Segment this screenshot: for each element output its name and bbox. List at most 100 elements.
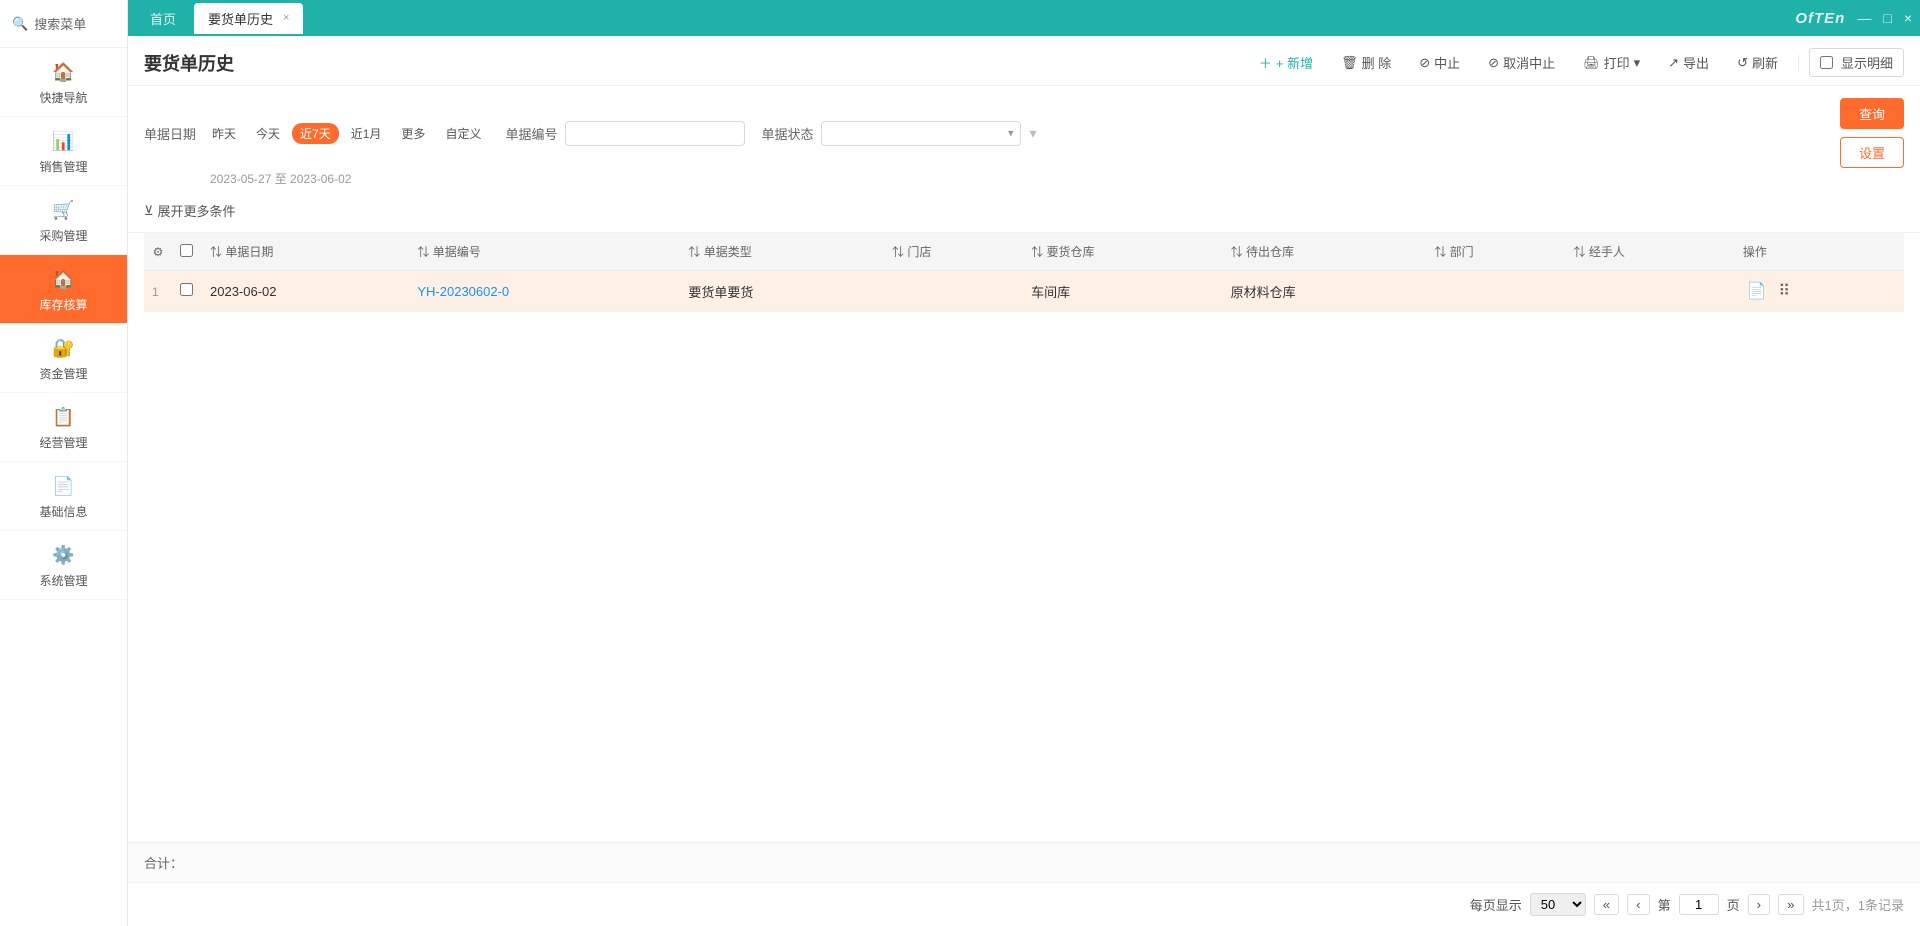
toolbar: ＋ + 新增 🗑 删 除 ⊘ 中止 ⊘ 取消中止 🖨 打印 (1249, 48, 1904, 77)
expand-more-btn[interactable]: ⊻ 展开更多条件 (144, 201, 236, 220)
status-select-wrapper (821, 121, 1021, 146)
tab-bar-right: OfTEn — □ × (1795, 10, 1912, 27)
date-filter-group: 单据日期 昨天 今天 近7天 近1月 更多 自定义 (144, 123, 489, 144)
sidebar-item-finance-mgmt[interactable]: 🔐 资金管理 (0, 324, 127, 393)
query-button[interactable]: 查询 (1840, 98, 1904, 129)
doc-no-input[interactable] (565, 121, 745, 146)
new-icon: ＋ (1259, 53, 1272, 72)
tab-requisition-history[interactable]: 要货单历史 × (194, 3, 303, 34)
select-all-checkbox[interactable] (180, 244, 193, 257)
sidebar-item-operations-mgmt[interactable]: 📋 经营管理 (0, 393, 127, 462)
status-select[interactable] (821, 121, 1021, 146)
footer-summary: 合计： (128, 842, 1920, 882)
cancel-stop-button[interactable]: ⊘ 取消中止 (1478, 48, 1565, 77)
th-actions: 操作 (1735, 233, 1904, 271)
row-checkbox[interactable] (180, 283, 193, 296)
finance-icon: 🔐 (52, 338, 74, 359)
yesterday-btn[interactable]: 昨天 (204, 123, 244, 144)
th-store-sort-icon: ⇅ (892, 245, 904, 259)
refresh-icon: ↺ (1737, 55, 1748, 71)
doc-no-filter-group: 单据编号 (505, 121, 745, 146)
row-more-btn[interactable]: ⠿ (1774, 279, 1794, 303)
doc-no-link[interactable]: YH-20230602-0 (417, 284, 509, 299)
table-header-row: ⚙ ⇅ 单据日期 ⇅ 单据编号 (144, 233, 1904, 271)
first-page-btn[interactable]: « (1594, 894, 1619, 915)
tab-close-icon[interactable]: × (283, 12, 289, 24)
th-settings[interactable]: ⚙ (144, 233, 172, 271)
sidebar-item-purchase-mgmt[interactable]: 🛒 采购管理 (0, 186, 127, 255)
more-btn[interactable]: 更多 (393, 123, 433, 144)
settings-button[interactable]: 设置 (1840, 137, 1904, 168)
window-close-btn[interactable]: × (1904, 10, 1912, 26)
sidebar-item-quick-nav[interactable]: 🏠 快捷导航 (0, 48, 127, 117)
th-pending-warehouse-label: 待出仓库 (1246, 245, 1294, 259)
last-page-btn[interactable]: » (1778, 894, 1803, 915)
tab-home[interactable]: 首页 (136, 3, 190, 34)
new-button[interactable]: ＋ + 新增 (1249, 48, 1323, 77)
sidebar-item-inventory-calc[interactable]: 🏠 库存核算 (0, 255, 127, 324)
sidebar-item-sales-mgmt[interactable]: 📊 销售管理 (0, 117, 127, 186)
prev-page-btn[interactable]: ‹ (1627, 894, 1649, 915)
sidebar-item-basic-info[interactable]: 📄 基础信息 (0, 462, 127, 531)
table-row[interactable]: 1 2023-06-02 YH-20230602-0 要货单要货 车间库 原材料… (144, 271, 1904, 312)
refresh-button[interactable]: ↺ 刷新 (1727, 48, 1788, 77)
delete-label: 删 除 (1362, 53, 1392, 72)
export-button[interactable]: ↗ 导出 (1658, 48, 1719, 77)
sidebar-search[interactable]: 🔍 搜索菜单 (0, 0, 127, 48)
show-detail-checkbox[interactable] (1820, 56, 1833, 69)
recent-month-btn[interactable]: 近1月 (343, 123, 390, 144)
show-detail-label: 显示明细 (1841, 53, 1893, 72)
td-handler (1566, 271, 1735, 312)
inventory-icon: 🏠 (52, 269, 74, 290)
page-label: 第 (1658, 895, 1671, 914)
th-checkbox (172, 233, 202, 271)
sidebar-item-label: 销售管理 (39, 158, 87, 175)
page-input[interactable] (1679, 894, 1719, 915)
sidebar-item-label: 采购管理 (39, 227, 87, 244)
tab-home-label: 首页 (150, 9, 176, 28)
window-maximize-btn[interactable]: □ (1883, 10, 1891, 26)
recent7-btn[interactable]: 近7天 (292, 123, 339, 144)
show-detail-toggle[interactable]: 显示明细 (1809, 48, 1904, 77)
th-doc-no-label: 单据编号 (433, 245, 481, 259)
today-btn[interactable]: 今天 (248, 123, 288, 144)
row-view-btn[interactable]: 📄 (1743, 279, 1771, 303)
th-pending-warehouse-sort-icon: ⇅ (1231, 245, 1243, 259)
th-handler: ⇅ 经手人 (1566, 233, 1735, 271)
delete-button[interactable]: 🗑 删 除 (1331, 48, 1401, 77)
summary-label: 合计： (144, 856, 183, 871)
cancel-stop-label: 取消中止 (1503, 53, 1555, 72)
date-range-display: 2023-05-27 至 2023-06-02 (206, 170, 1904, 187)
date-shortcuts: 昨天 今天 近7天 近1月 更多 自定义 (204, 123, 489, 144)
page-title: 要货单历史 (144, 50, 234, 76)
th-req-warehouse-label: 要货仓库 (1047, 245, 1095, 259)
filter-area: 单据日期 昨天 今天 近7天 近1月 更多 自定义 单据编号 (128, 86, 1920, 233)
per-page-select[interactable]: 50 100 200 (1530, 893, 1586, 916)
custom-btn[interactable]: 自定义 (437, 123, 489, 144)
purchase-icon: 🛒 (52, 200, 74, 221)
sidebar-item-label: 快捷导航 (39, 89, 87, 106)
expand-label: 展开更多条件 (158, 201, 236, 220)
td-doc-date: 2023-06-02 (202, 271, 409, 312)
th-req-warehouse: ⇅ 要货仓库 (1023, 233, 1223, 271)
th-pending-warehouse: ⇅ 待出仓库 (1223, 233, 1427, 271)
row-num: 1 (152, 285, 159, 299)
settings-gear-icon[interactable]: ⚙ (153, 245, 164, 259)
per-page-label: 每页显示 (1470, 895, 1522, 914)
new-label: + 新增 (1276, 53, 1313, 72)
sidebar-search-label: 搜索菜单 (34, 14, 86, 33)
th-doc-type-sort-icon: ⇅ (688, 245, 700, 259)
th-doc-no: ⇅ 单据编号 (409, 233, 680, 271)
stop-icon: ⊘ (1419, 55, 1430, 71)
sidebar: 🔍 搜索菜单 🏠 快捷导航 📊 销售管理 🛒 采购管理 🏠 库存核算 🔐 资金管… (0, 0, 128, 926)
next-page-btn[interactable]: › (1748, 894, 1770, 915)
sidebar-item-system-mgmt[interactable]: ⚙️ 系统管理 (0, 531, 127, 600)
print-button[interactable]: 🖨 打印 ▾ (1573, 48, 1650, 77)
filter-second-row: ⊻ 展开更多条件 (144, 193, 1904, 220)
td-department (1426, 271, 1565, 312)
window-minimize-btn[interactable]: — (1857, 10, 1871, 26)
cancel-stop-icon: ⊘ (1488, 55, 1499, 71)
tab-bar-left: 首页 要货单历史 × (136, 3, 303, 34)
export-icon: ↗ (1668, 55, 1679, 71)
stop-button[interactable]: ⊘ 中止 (1409, 48, 1470, 77)
